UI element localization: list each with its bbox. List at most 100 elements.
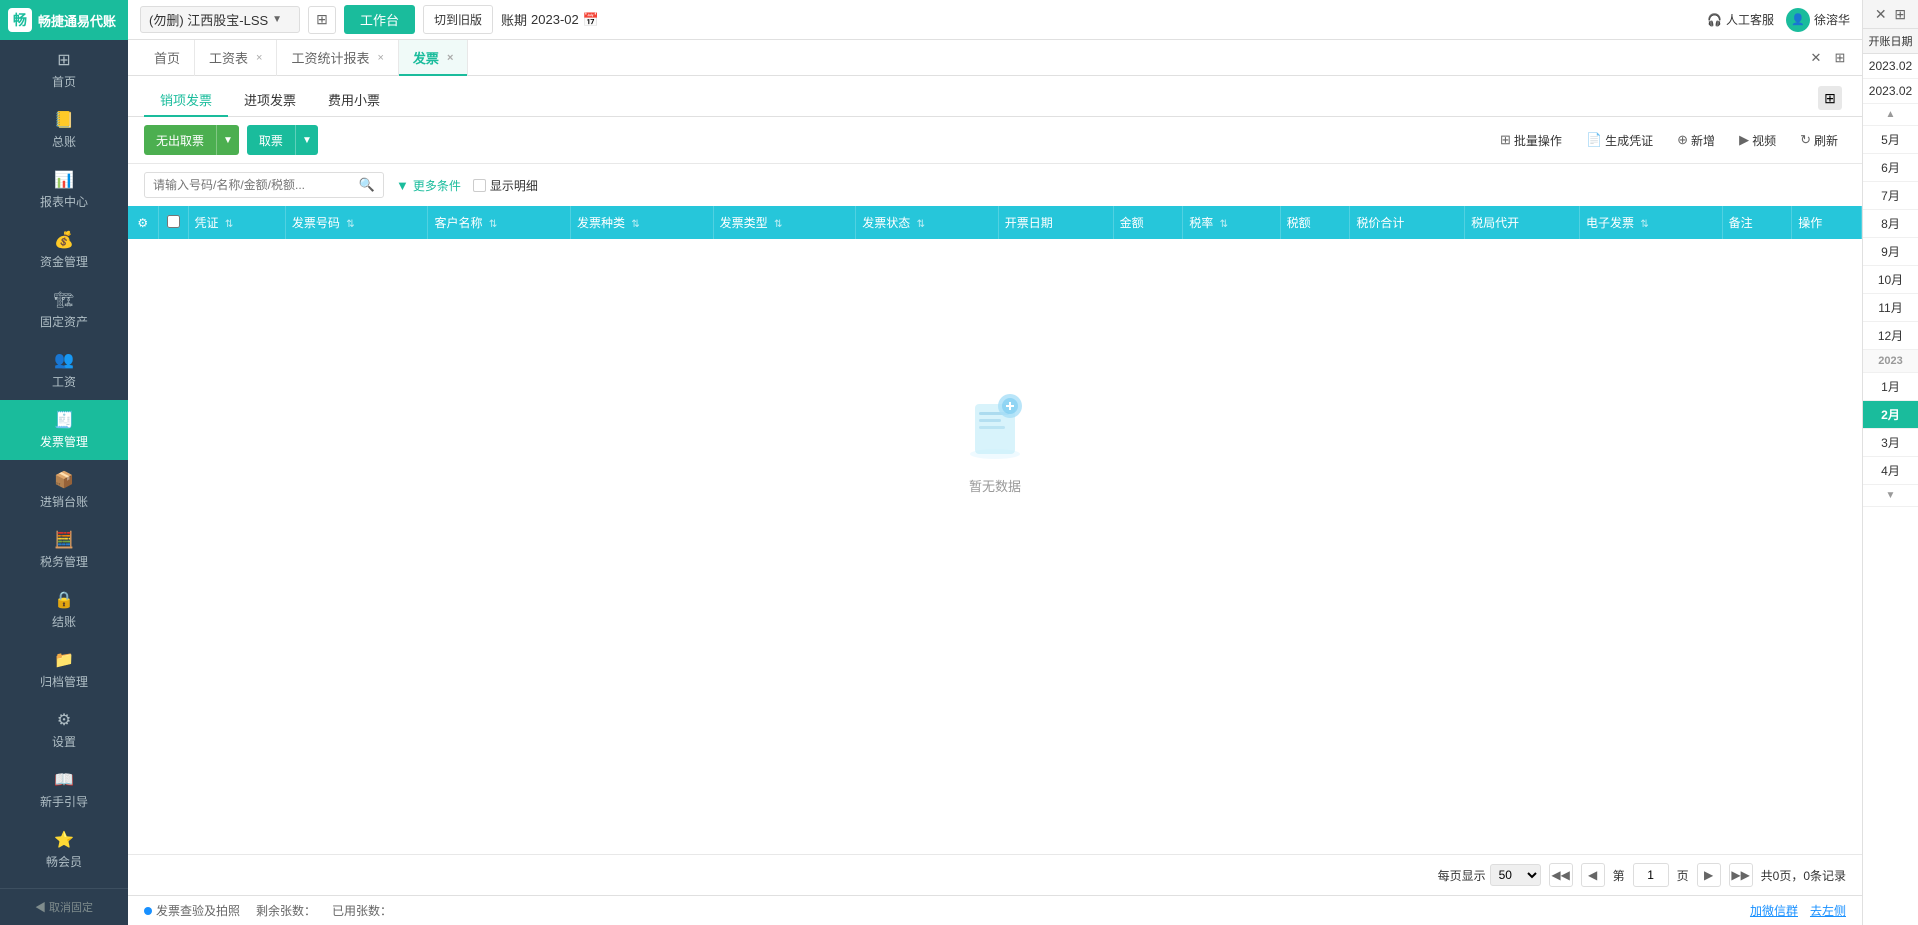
get-invoice-button[interactable]: 取票 ▼	[247, 125, 318, 155]
batch-ops-button[interactable]: ⊞ 批量操作	[1492, 128, 1570, 153]
refresh-icon: ↻	[1800, 132, 1811, 148]
e-invoice-sort-icon[interactable]: ⇅	[1640, 219, 1648, 230]
customer-sort-icon[interactable]: ⇅	[489, 219, 497, 230]
period-item-m3[interactable]: 3月	[1863, 429, 1918, 457]
search-bar: 🔍 ▼ 更多条件 显示明细	[128, 164, 1862, 206]
subtab-purchase-invoice[interactable]: 进项发票	[228, 84, 312, 117]
join-group-link[interactable]: 加微信群	[1750, 902, 1798, 919]
invoice-table: ⚙ 凭证 ⇅ 发票号码 ⇅ 客户名称 ⇅	[128, 206, 1862, 239]
first-page-button[interactable]: ◀◀	[1549, 863, 1573, 887]
invoice-category-sort-icon[interactable]: ⇅	[774, 219, 782, 230]
tab-payroll-stats-close[interactable]: ×	[377, 52, 383, 64]
subtab-expense-receipt[interactable]: 费用小票	[312, 84, 396, 117]
sidebar-pin-toggle[interactable]: ◀ 取消固定	[0, 888, 128, 925]
search-input[interactable]	[153, 178, 353, 192]
period-item-m11[interactable]: 11月	[1863, 294, 1918, 322]
search-icon[interactable]: 🔍	[359, 177, 375, 193]
voucher-sort-icon[interactable]: ⇅	[225, 219, 233, 230]
tab-bar-expand-button[interactable]: ⊞	[1830, 48, 1850, 68]
used-section: 已用张数：	[332, 902, 392, 919]
tab-payroll-table[interactable]: 工资表 ×	[195, 40, 277, 76]
sidebar-item-general-ledger[interactable]: 📒 总账	[0, 100, 128, 160]
workbench-button[interactable]: 工作台	[344, 5, 415, 34]
used-label: 已用张数：	[332, 904, 392, 918]
sidebar-item-settings[interactable]: ⚙ 设置	[0, 700, 128, 760]
sidebar-item-funds[interactable]: 💰 资金管理	[0, 220, 128, 280]
sidebar-item-sales[interactable]: 📦 进销台账	[0, 460, 128, 520]
detail-checkbox-box[interactable]	[473, 179, 486, 192]
no-invoice-main[interactable]: 无出取票	[144, 125, 216, 155]
sidebar-item-payroll[interactable]: 👥 工资	[0, 340, 128, 400]
company-settings-button[interactable]: ⊞	[308, 6, 336, 34]
member-icon: ⭐	[54, 830, 74, 850]
video-button[interactable]: ▶ 视频	[1731, 128, 1784, 153]
show-detail-label: 显示明细	[490, 177, 538, 194]
th-remark: 备注	[1722, 206, 1792, 239]
subtab-sales-invoice[interactable]: 销项发票	[144, 84, 228, 117]
period-item-m5[interactable]: 5月	[1863, 126, 1918, 154]
sidebar-item-reports[interactable]: 📊 报表中心	[0, 160, 128, 220]
sidebar-item-guide[interactable]: 📖 新手引导	[0, 760, 128, 820]
last-page-button[interactable]: ▶▶	[1729, 863, 1753, 887]
select-all-checkbox[interactable]	[167, 215, 180, 228]
th-checkbox[interactable]	[158, 206, 188, 239]
sidebar-item-tax[interactable]: 🧮 税务管理	[0, 520, 128, 580]
sidebar-item-archive[interactable]: 📁 归档管理	[0, 640, 128, 700]
tax-rate-sort-icon[interactable]: ⇅	[1220, 219, 1228, 230]
invoice-type-sort-icon[interactable]: ⇅	[631, 219, 639, 230]
period-item-2023-02-b[interactable]: 2023.02	[1863, 79, 1918, 104]
prev-page-button[interactable]: ◀	[1581, 863, 1605, 887]
invoice-no-sort-icon[interactable]: ⇅	[346, 219, 354, 230]
topbar-right: 🎧 人工客服 👤 徐溶华	[1707, 8, 1850, 32]
more-conditions-button[interactable]: ▼ 更多条件	[396, 177, 461, 194]
customer-service-button[interactable]: 🎧 人工客服	[1707, 11, 1774, 28]
company-selector[interactable]: (勿删) 江西股宝-LSS ▼	[140, 6, 300, 33]
new-button[interactable]: ⊕ 新增	[1669, 128, 1723, 153]
gen-voucher-button[interactable]: 📄 生成凭证	[1578, 128, 1661, 153]
right-panel-header: ✕ ⊞	[1863, 0, 1918, 29]
period-item-m2[interactable]: 2月	[1863, 401, 1918, 429]
period-item-m9[interactable]: 9月	[1863, 238, 1918, 266]
logo-icon: 畅	[8, 8, 32, 32]
tab-bar-close-button[interactable]: ✕	[1806, 48, 1826, 68]
period-item-m10[interactable]: 10月	[1863, 266, 1918, 294]
right-panel-expand-button[interactable]: ⊞	[1891, 4, 1911, 24]
show-detail-checkbox[interactable]: 显示明细	[473, 177, 538, 194]
period-nav-down[interactable]: ▼	[1863, 485, 1918, 507]
status-sort-icon[interactable]: ⇅	[917, 219, 925, 230]
th-invoice-type: 发票种类 ⇅	[571, 206, 714, 239]
period-nav-up[interactable]: ▲	[1863, 104, 1918, 126]
period-item-m6[interactable]: 6月	[1863, 154, 1918, 182]
tab-payroll-stats[interactable]: 工资统计报表 ×	[277, 40, 398, 76]
tab-home[interactable]: 首页	[140, 40, 195, 76]
tab-invoice[interactable]: 发票 ×	[399, 40, 468, 76]
right-panel-close-button[interactable]: ✕	[1871, 4, 1891, 24]
period-item-m1[interactable]: 1月	[1863, 373, 1918, 401]
sidebar-item-invoice[interactable]: 🧾 发票管理	[0, 400, 128, 460]
get-invoice-arrow[interactable]: ▼	[295, 125, 318, 155]
sidebar-item-home[interactable]: ⊞ 首页	[0, 40, 128, 100]
user-profile[interactable]: 👤 徐溶华	[1786, 8, 1850, 32]
more-conditions-label: 更多条件	[413, 177, 461, 194]
tab-invoice-close[interactable]: ×	[447, 52, 453, 64]
column-settings-button[interactable]: ⊞	[1818, 86, 1842, 110]
go-right-link[interactable]: 去左侧	[1810, 902, 1846, 919]
no-invoice-arrow[interactable]: ▼	[216, 125, 239, 155]
sidebar-item-fixed-assets[interactable]: 🏗 固定资产	[0, 280, 128, 340]
next-page-button[interactable]: ▶	[1697, 863, 1721, 887]
refresh-button[interactable]: ↻ 刷新	[1792, 128, 1846, 153]
period-item-m8[interactable]: 8月	[1863, 210, 1918, 238]
sidebar-item-member[interactable]: ⭐ 畅会员	[0, 820, 128, 880]
period-item-2023-02-a[interactable]: 2023.02	[1863, 54, 1918, 79]
per-page-select[interactable]: 50 100 200	[1490, 864, 1541, 886]
switch-version-button[interactable]: 切到旧版	[423, 5, 493, 34]
sidebar-item-closing[interactable]: 🔒 结账	[0, 580, 128, 640]
period-item-m12[interactable]: 12月	[1863, 322, 1918, 350]
total-records: 共0页，0条记录	[1761, 867, 1846, 884]
period-item-m4[interactable]: 4月	[1863, 457, 1918, 485]
period-item-m7[interactable]: 7月	[1863, 182, 1918, 210]
no-invoice-button[interactable]: 无出取票 ▼	[144, 125, 239, 155]
tab-payroll-table-close[interactable]: ×	[256, 52, 262, 64]
get-invoice-main[interactable]: 取票	[247, 125, 295, 155]
page-input[interactable]	[1633, 863, 1669, 887]
